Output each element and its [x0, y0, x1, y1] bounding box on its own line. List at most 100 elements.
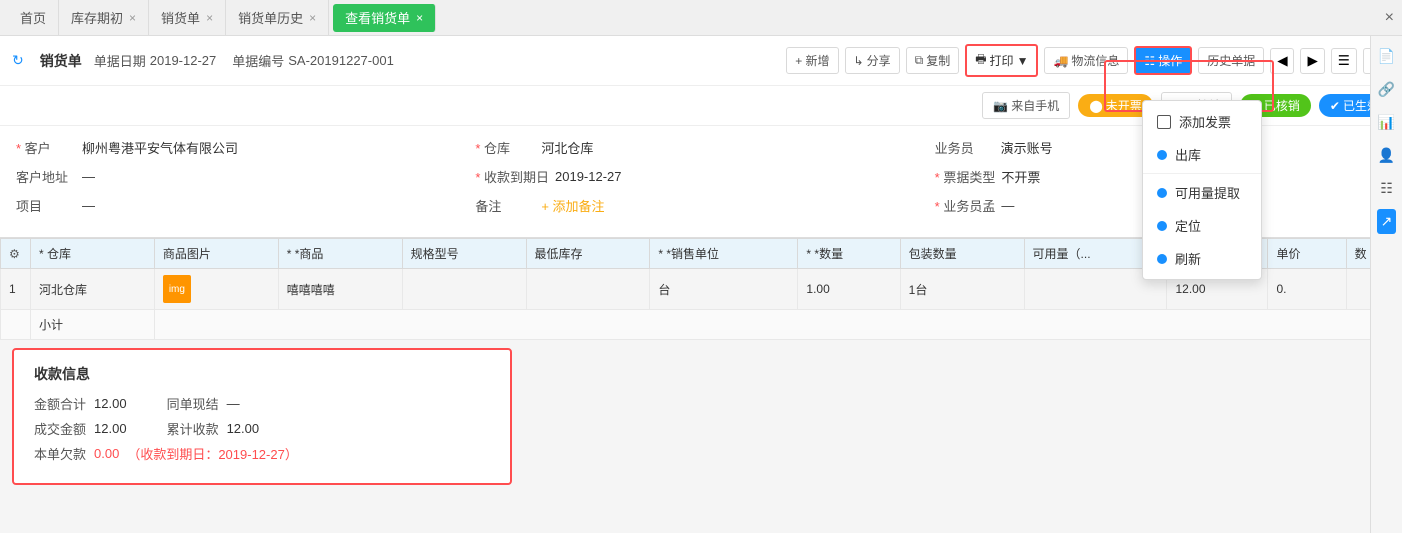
print-dropdown-icon: ▼	[1017, 54, 1029, 68]
dropdown-divider	[1143, 173, 1261, 174]
add-button[interactable]: + 新增	[786, 47, 838, 74]
address-field: 客户地址 —	[16, 167, 467, 186]
note-label: 备注	[475, 196, 535, 215]
sidebar-grid-icon[interactable]: ☷	[1376, 176, 1397, 201]
total-amount-value: 12.00	[94, 396, 127, 411]
due-date-label: 收款到期日	[475, 167, 549, 186]
warehouse-field: 仓库 河北仓库	[475, 138, 926, 157]
col-warehouse-header: * 仓库	[31, 239, 155, 269]
dropdown-outbound[interactable]: 出库	[1143, 138, 1261, 171]
sidebar-chart-icon[interactable]: 📊	[1374, 110, 1399, 135]
sidebar-expand-icon[interactable]: ↗	[1377, 209, 1397, 234]
operations-dropdown: 添加发票 出库 可用量提取 定位 刷新	[1142, 100, 1262, 280]
payment-deal-amount: 成交金额 12.00	[34, 419, 127, 438]
tab-sales-history[interactable]: 销货单历史 ×	[226, 0, 329, 36]
tab-sales[interactable]: 销货单 ×	[149, 0, 226, 36]
payment-cumulative: 累计收款 12.00	[167, 419, 260, 438]
row-warehouse: 河北仓库	[31, 269, 155, 310]
salesperson2-label: 业务员孟	[935, 196, 996, 215]
col-spec-header: 规格型号	[402, 239, 526, 269]
add-note-button[interactable]: + 添加备注	[541, 196, 604, 215]
row-salesunit: 台	[650, 269, 798, 310]
share-icon: ↳	[854, 54, 864, 68]
tab-bar: 首页 库存期初 × 销货单 × 销货单历史 × 查看销货单 × ×	[0, 0, 1402, 36]
customer-value: 柳州粤港平安气体有限公司	[82, 138, 238, 157]
grid-icon: ☷	[1144, 54, 1155, 68]
list-view-button[interactable]: ☰	[1331, 48, 1357, 74]
due-date-value: 2019-12-27	[555, 169, 622, 184]
project-value: —	[82, 198, 95, 213]
owed-label: 本单欠款	[34, 444, 86, 463]
due-date-field: 收款到期日 2019-12-27	[475, 167, 926, 186]
doc-date-label: 单据日期 2019-12-27	[94, 51, 217, 70]
doc-date-value: 2019-12-27	[150, 53, 217, 68]
effective-icon: ✔	[1330, 99, 1340, 113]
prev-record-button[interactable]: ◀	[1270, 48, 1294, 74]
dropdown-available-qty[interactable]: 可用量提取	[1143, 176, 1261, 209]
copy-button[interactable]: ⧉ 复制	[906, 47, 960, 74]
ticket-value: 不开票	[1001, 167, 1040, 186]
payment-box: 收款信息 金额合计 12.00 同单现结 — 成交金额 12.00 累计收款	[12, 348, 512, 485]
salesperson-label: 业务员	[935, 138, 995, 157]
row-seq: 1	[1, 269, 31, 310]
logistics-button[interactable]: 🚚 物流信息	[1044, 47, 1128, 74]
cumulative-value: 12.00	[227, 421, 260, 436]
sidebar-document-icon[interactable]: 📄	[1374, 44, 1399, 69]
project-field: 项目 —	[16, 196, 467, 215]
tab-close-inventory[interactable]: ×	[129, 11, 136, 25]
sidebar-link-icon[interactable]: 🔗	[1374, 77, 1399, 102]
doc-title-area: ↻ 销货单 单据日期 2019-12-27 单据编号 SA-20191227-0…	[12, 51, 394, 71]
share-button[interactable]: ↳ 分享	[845, 47, 900, 74]
tab-inventory[interactable]: 库存期初 ×	[59, 0, 149, 36]
subtotal-values	[154, 310, 1401, 340]
subtotal-text: 小计	[31, 310, 155, 340]
tab-close-sales[interactable]: ×	[206, 11, 213, 25]
circle-icon: ⬤	[1089, 99, 1102, 113]
customer-field: 客户 柳州粤港平安气体有限公司	[16, 138, 467, 157]
doc-number-label: 单据编号 SA-20191227-001	[232, 51, 394, 70]
subtotal-row: 小计	[1, 310, 1402, 340]
truck-icon: 🚚	[1053, 54, 1068, 68]
doc-icon: ↻	[12, 52, 24, 69]
payment-row-3: 本单欠款 0.00 （收款到期日：2019-12-27）	[34, 444, 490, 463]
customer-label: 客户	[16, 138, 76, 157]
tab-close-view[interactable]: ×	[416, 11, 423, 25]
note-field: 备注 + 添加备注	[475, 196, 926, 215]
circle-blue-icon3	[1157, 221, 1167, 231]
dropdown-refresh[interactable]: 刷新	[1143, 242, 1261, 275]
circle-blue-icon2	[1157, 188, 1167, 198]
settings-icon[interactable]: ⚙	[9, 247, 20, 261]
document-header: ↻ 销货单 单据日期 2019-12-27 单据编号 SA-20191227-0…	[0, 36, 1402, 86]
col-settings: ⚙	[1, 239, 31, 269]
phone-icon: 📷	[993, 99, 1008, 113]
same-order-label: 同单现结	[167, 394, 219, 413]
dropdown-locate[interactable]: 定位	[1143, 209, 1261, 242]
payment-total-amount: 金额合计 12.00	[34, 394, 127, 413]
next-record-button[interactable]: ▶	[1300, 48, 1324, 74]
dropdown-add-invoice[interactable]: 添加发票	[1143, 105, 1261, 138]
total-amount-label: 金额合计	[34, 394, 86, 413]
window-close-button[interactable]: ×	[1385, 9, 1394, 27]
print-button[interactable]: 🖶 打印 ▼	[965, 44, 1038, 77]
doc-meta: 单据日期 2019-12-27 单据编号 SA-20191227-001	[94, 51, 394, 70]
col-packqty-header: 包装数量	[900, 239, 1024, 269]
from-phone-button[interactable]: 📷 来自手机	[982, 92, 1070, 119]
payment-owed: 本单欠款 0.00 （收款到期日：2019-12-27）	[34, 444, 298, 463]
copy-icon: ⧉	[915, 53, 924, 68]
product-thumbnail: img	[163, 275, 191, 303]
payment-same-order: 同单现结 —	[167, 394, 240, 413]
salesperson-value: 演示账号	[1001, 138, 1053, 157]
doc-number-value: SA-20191227-001	[288, 53, 394, 68]
salesperson2-value: —	[1001, 198, 1014, 213]
doc-type-label: 销货单	[40, 51, 82, 71]
tab-close-history[interactable]: ×	[309, 11, 316, 25]
due-date-note: （收款到期日：2019-12-27）	[127, 444, 298, 463]
history-button[interactable]: 历史单据	[1198, 47, 1264, 74]
sidebar-person-icon[interactable]: 👤	[1374, 143, 1399, 168]
payment-section: 收款信息 金额合计 12.00 同单现结 — 成交金额 12.00 累计收款	[0, 340, 1402, 493]
payment-title: 收款信息	[34, 364, 490, 384]
operations-button[interactable]: ☷ 操作	[1134, 46, 1192, 75]
payment-row-2: 成交金额 12.00 累计收款 12.00	[34, 419, 490, 438]
tab-home[interactable]: 首页	[8, 0, 59, 36]
tab-view-sales[interactable]: 查看销货单 ×	[333, 4, 436, 32]
